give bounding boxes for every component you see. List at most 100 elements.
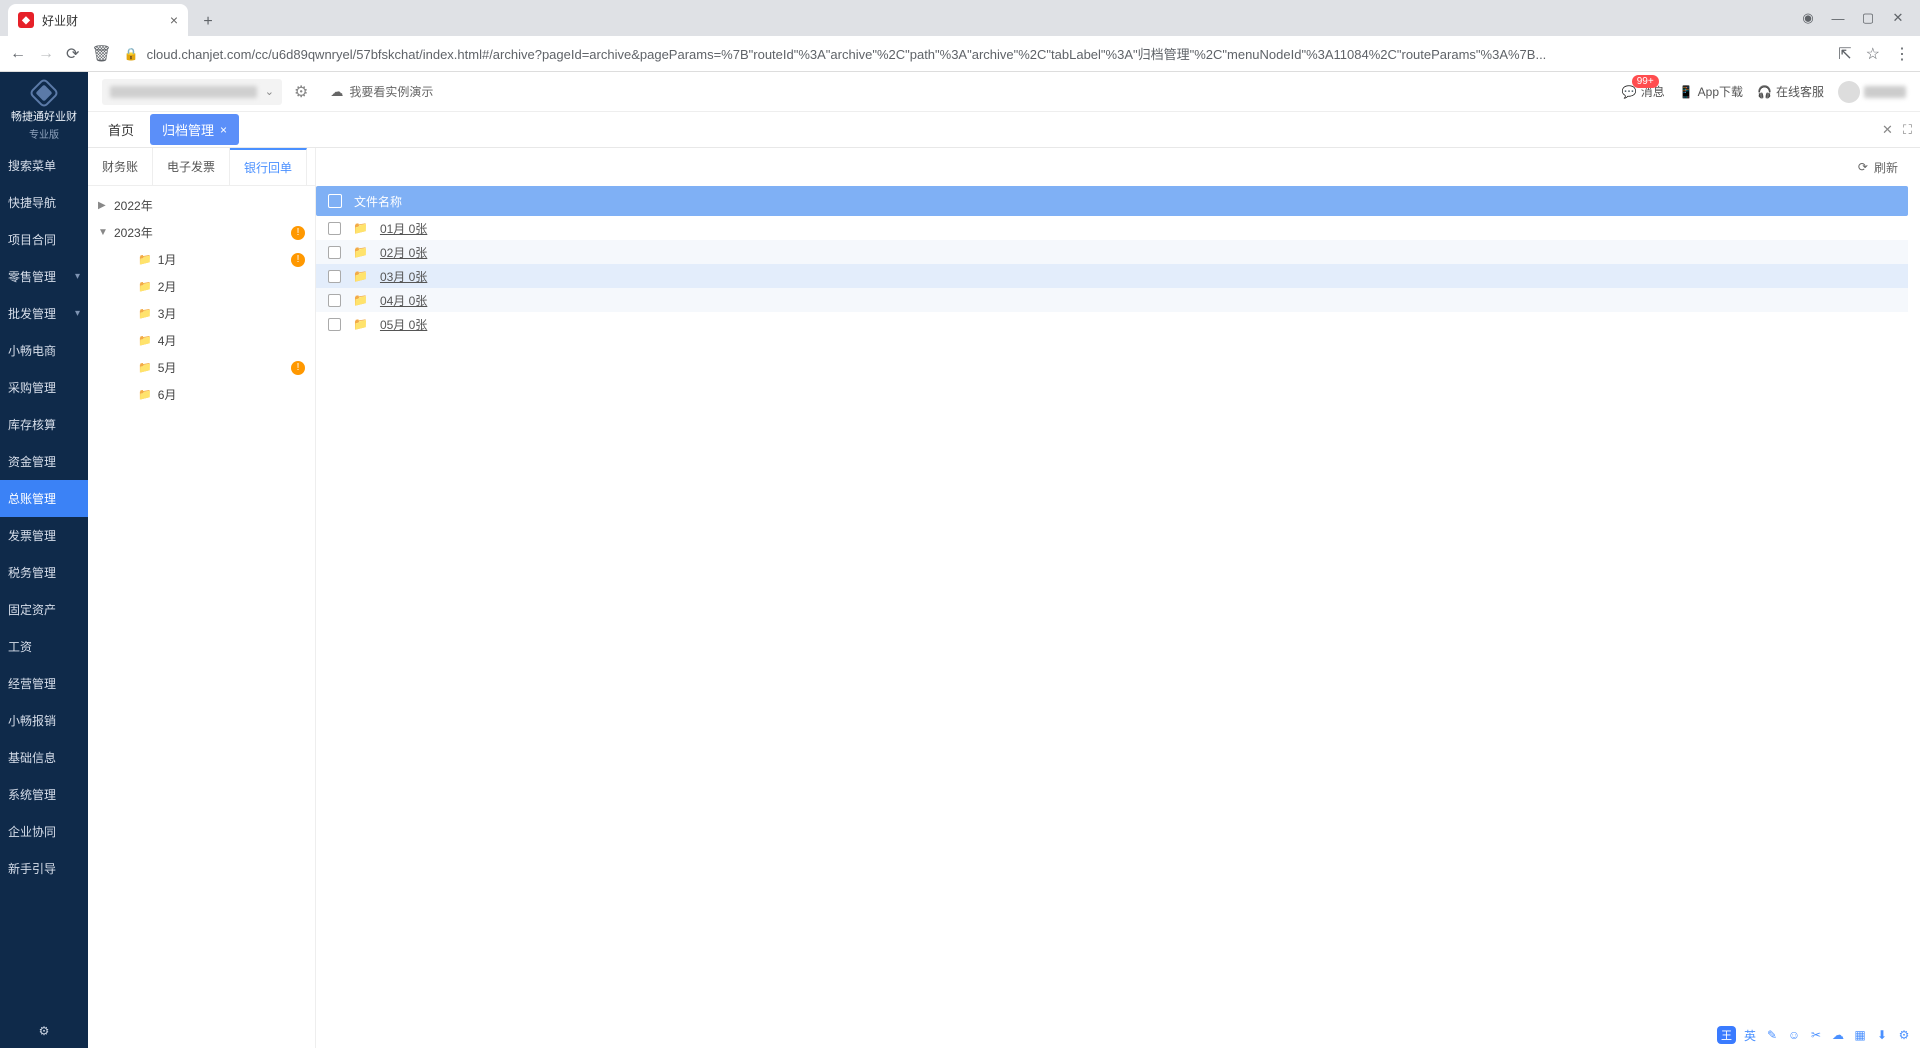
sidebar-item[interactable]: 总账管理	[0, 480, 88, 517]
sidebar-item[interactable]: 发票管理	[0, 517, 88, 554]
sidebar-item[interactable]: 新手引导	[0, 850, 88, 887]
tree-node[interactable]: ▶2022年	[92, 192, 311, 219]
forward-icon[interactable]: →	[38, 45, 54, 63]
messages-button[interactable]: 💬 消息 99+	[1622, 83, 1665, 100]
sidebar-item[interactable]: 经营管理	[0, 665, 88, 702]
sidebar-item-label: 项目合同	[8, 231, 56, 248]
row-checkbox[interactable]	[328, 246, 341, 259]
tb-icon-3[interactable]: ✂	[1808, 1027, 1824, 1043]
settings-button[interactable]: ⚙	[0, 1014, 88, 1048]
sidebar-item-label: 工资	[8, 638, 32, 655]
company-selector[interactable]: ⌄	[102, 79, 282, 105]
folder-icon: 📁	[138, 361, 152, 374]
tree-node[interactable]: ▼2023年!	[92, 219, 311, 246]
ime-lang[interactable]: 英	[1742, 1027, 1758, 1043]
sidebar-item[interactable]: 库存核算	[0, 406, 88, 443]
file-name[interactable]: 04月 0张	[380, 292, 427, 309]
sidebar-item[interactable]: 小畅报销	[0, 702, 88, 739]
table-row[interactable]: 📁01月 0张	[316, 216, 1908, 240]
sidebar-item[interactable]: 快捷导航	[0, 184, 88, 221]
table-row[interactable]: 📁04月 0张	[316, 288, 1908, 312]
sidebar-item[interactable]: 资金管理	[0, 443, 88, 480]
kebab-icon[interactable]: ⋮	[1894, 44, 1910, 64]
refresh-label[interactable]: 刷新	[1874, 159, 1898, 176]
tab-home[interactable]: 首页	[96, 114, 146, 145]
tabs-close-all-icon[interactable]: ✕	[1882, 122, 1893, 138]
ime-badge[interactable]: 王	[1717, 1026, 1736, 1044]
file-name[interactable]: 03月 0张	[380, 268, 427, 285]
sidebar-item[interactable]: 基础信息	[0, 739, 88, 776]
demo-link[interactable]: ☁ 我要看实例演示	[330, 83, 433, 100]
online-service-label: 在线客服	[1776, 83, 1824, 100]
subtab-bankreceipt[interactable]: 银行回单	[230, 148, 307, 185]
new-tab-button[interactable]: +	[194, 8, 222, 36]
file-name[interactable]: 02月 0张	[380, 244, 427, 261]
tree-node[interactable]: 📁5月!	[92, 354, 311, 381]
sidebar-item[interactable]: 搜索菜单	[0, 147, 88, 184]
browser-chrome: ◆ 好业财 × + ◉ — ▢ ✕ ← → ⟳ 🗑 🔒 cloud.chanje…	[0, 0, 1920, 72]
install-icon[interactable]: ⇱	[1838, 44, 1851, 64]
sidebar-item-label: 零售管理	[8, 268, 56, 285]
gear-icon[interactable]: ⚙	[294, 82, 308, 102]
tb-icon-5[interactable]: ▦	[1852, 1027, 1868, 1043]
table-row[interactable]: 📁 03月 0张	[316, 264, 1908, 288]
msg-badge: 99+	[1632, 75, 1659, 88]
file-name[interactable]: 05月 0张	[380, 316, 427, 333]
row-checkbox[interactable]	[328, 270, 341, 283]
file-name[interactable]: 01月 0张	[380, 220, 427, 237]
tb-icon-2[interactable]: ☺	[1786, 1027, 1802, 1043]
incognito-icon[interactable]: ◉	[1794, 4, 1822, 32]
sidebar-item-label: 新手引导	[8, 860, 56, 877]
tab-close-icon[interactable]: ×	[170, 12, 178, 28]
online-service-button[interactable]: 🎧 在线客服	[1757, 83, 1824, 100]
browser-tab[interactable]: ◆ 好业财 ×	[8, 4, 188, 36]
close-window-icon[interactable]: ✕	[1884, 4, 1912, 32]
select-all-checkbox[interactable]	[328, 194, 342, 208]
refresh-icon[interactable]: ⟳	[1858, 160, 1868, 174]
row-checkbox[interactable]	[328, 294, 341, 307]
row-checkbox[interactable]	[328, 222, 341, 235]
url-box[interactable]: 🔒 cloud.chanjet.com/cc/u6d89qwnryel/57bf…	[124, 44, 1827, 63]
tree-node[interactable]: 📁1月!	[92, 246, 311, 273]
app-download-button[interactable]: 📱 App下载	[1679, 83, 1743, 100]
sidebar-item[interactable]: 小畅电商	[0, 332, 88, 369]
sidebar-item[interactable]: 工资	[0, 628, 88, 665]
sidebar-item[interactable]: 零售管理▾	[0, 258, 88, 295]
star-icon[interactable]: ☆	[1866, 44, 1880, 64]
tree-node[interactable]: 📁4月	[92, 327, 311, 354]
reload-icon[interactable]: ⟳	[66, 44, 79, 64]
tree-node[interactable]: 📁2月	[92, 273, 311, 300]
tab-close-icon[interactable]: ×	[220, 123, 227, 137]
sidebar-item[interactable]: 采购管理	[0, 369, 88, 406]
sidebar-item[interactable]: 项目合同	[0, 221, 88, 258]
subtab-einvoice[interactable]: 电子发票	[153, 148, 230, 185]
tree-node[interactable]: 📁3月	[92, 300, 311, 327]
back-icon[interactable]: ←	[10, 45, 26, 63]
sidebar-item-label: 小畅电商	[8, 342, 56, 359]
sidebar-item-label: 小畅报销	[8, 712, 56, 729]
tb-icon-6[interactable]: ⬇	[1874, 1027, 1890, 1043]
tree-arrow-icon: ▶	[98, 200, 108, 211]
subtab-finance[interactable]: 财务账	[88, 148, 153, 185]
tb-icon-7[interactable]: ⚙	[1896, 1027, 1912, 1043]
row-checkbox[interactable]	[328, 318, 341, 331]
user-area[interactable]	[1838, 81, 1906, 103]
folder-icon: 📁	[353, 269, 368, 283]
tb-icon-1[interactable]: ✎	[1764, 1027, 1780, 1043]
maximize-icon[interactable]: ▢	[1854, 4, 1882, 32]
chevron-down-icon: ▾	[75, 308, 80, 319]
sidebar-item[interactable]: 固定资产	[0, 591, 88, 628]
trash-icon[interactable]: 🗑	[91, 44, 111, 64]
tab-archive[interactable]: 归档管理 ×	[150, 114, 239, 145]
fullscreen-icon[interactable]: ⛶	[1903, 122, 1912, 138]
table-row[interactable]: 📁05月 0张	[316, 312, 1908, 336]
sidebar-item-label: 固定资产	[8, 601, 56, 618]
table-row[interactable]: 📁02月 0张	[316, 240, 1908, 264]
sidebar-item[interactable]: 批发管理▾	[0, 295, 88, 332]
tree-node[interactable]: 📁6月	[92, 381, 311, 408]
minimize-icon[interactable]: —	[1824, 4, 1852, 32]
sidebar-item[interactable]: 企业协同	[0, 813, 88, 850]
tb-icon-4[interactable]: ☁	[1830, 1027, 1846, 1043]
sidebar-item[interactable]: 税务管理	[0, 554, 88, 591]
sidebar-item[interactable]: 系统管理	[0, 776, 88, 813]
